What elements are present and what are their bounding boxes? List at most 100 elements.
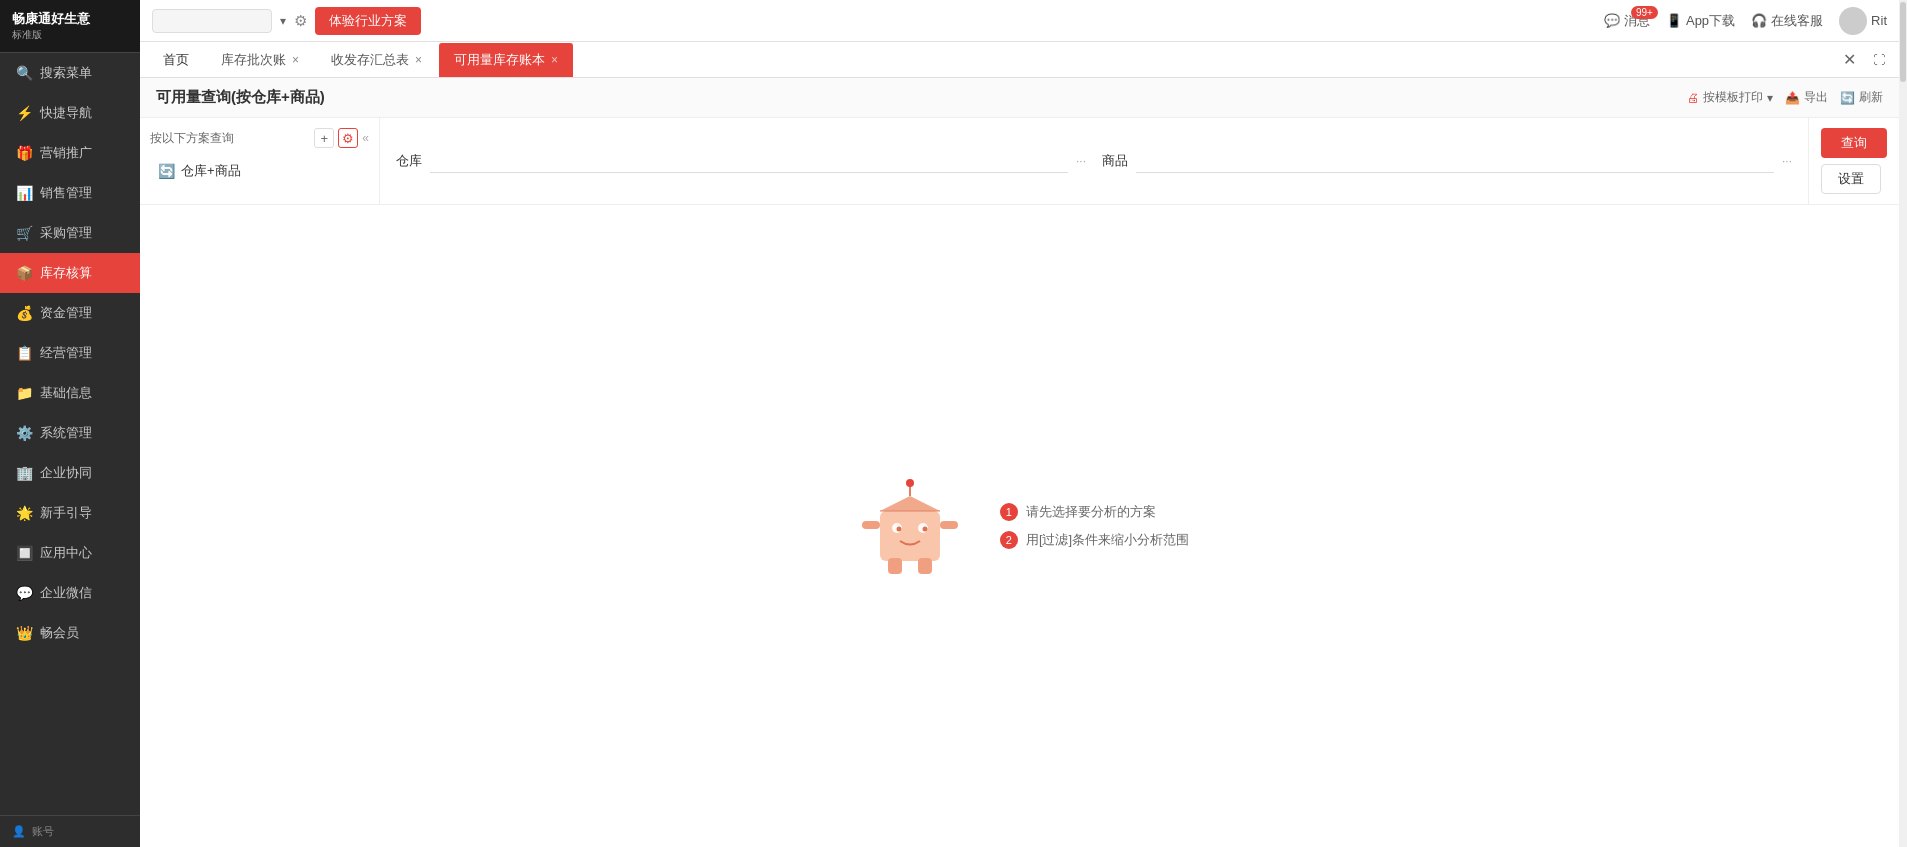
tab-home-label: 首页 — [163, 51, 189, 69]
shortcut-icon: ⚡ — [16, 105, 32, 121]
topbar-gear-icon[interactable]: ⚙ — [294, 12, 307, 30]
sidebar-item-label: 应用中心 — [40, 544, 92, 562]
sidebar-item-purchase[interactable]: 🛒 采购管理 — [0, 213, 140, 253]
tip-num-1: 1 — [1000, 503, 1018, 521]
tab-summary-label: 收发存汇总表 — [331, 51, 409, 69]
sidebar-item-sales[interactable]: 📊 销售管理 — [0, 173, 140, 213]
headset-icon: 🎧 — [1751, 13, 1767, 28]
basic-icon: 📁 — [16, 385, 32, 401]
topbar-dropdown-btn[interactable]: ▾ — [280, 14, 286, 28]
tab-available[interactable]: 可用量库存账本 × — [439, 43, 573, 77]
svg-rect-7 — [862, 521, 880, 529]
page-actions: 🖨 按模板打印 ▾ 📤 导出 🔄 刷新 — [1687, 89, 1883, 106]
scheme-item-warehouse-goods[interactable]: 🔄 仓库+商品 — [150, 156, 369, 186]
tab-batch-close[interactable]: × — [292, 53, 299, 67]
sidebar-item-enterprise[interactable]: 🏢 企业协同 — [0, 453, 140, 493]
sidebar-item-label: 基础信息 — [40, 384, 92, 402]
sidebar-item-marketing[interactable]: 🎁 营销推广 — [0, 133, 140, 173]
refresh-icon: 🔄 — [1840, 91, 1855, 105]
print-label: 按模板打印 — [1703, 89, 1763, 106]
export-icon: 📤 — [1785, 91, 1800, 105]
trial-btn[interactable]: 体验行业方案 — [315, 7, 421, 35]
mobile-icon: 📱 — [1666, 13, 1682, 28]
tab-summary-close[interactable]: × — [415, 53, 422, 67]
svg-point-5 — [896, 527, 901, 532]
topbar-search-input[interactable] — [152, 9, 272, 33]
sidebar-item-label: 营销推广 — [40, 144, 92, 162]
sidebar-item-finance[interactable]: 💰 资金管理 — [0, 293, 140, 333]
svg-point-6 — [922, 527, 927, 532]
sidebar-item-search[interactable]: 🔍 搜索菜单 — [0, 53, 140, 93]
export-label: 导出 — [1804, 89, 1828, 106]
tab-summary[interactable]: 收发存汇总表 × — [316, 43, 437, 77]
goods-filter-group: 商品 ··· — [1102, 149, 1792, 173]
search-icon: 🔍 — [16, 65, 32, 81]
warehouse-input[interactable] — [430, 149, 1068, 173]
query-area: 按以下方案查询 + ⚙ « 🔄 仓库+商品 仓库 ··· — [140, 118, 1899, 205]
tab-available-close[interactable]: × — [551, 53, 558, 67]
empty-tips: 1 请先选择要分析的方案 2 用[过滤]条件来缩小分析范围 — [1000, 503, 1189, 549]
tab-expand-btn[interactable]: ⛶ — [1867, 48, 1891, 72]
marketing-icon: 🎁 — [16, 145, 32, 161]
sidebar-footer: 👤 账号 — [0, 815, 140, 847]
sidebar-item-appstore[interactable]: 🔲 应用中心 — [0, 533, 140, 573]
topbar: ▾ ⚙ 体验行业方案 💬 消息 99+ 📱 App下载 🎧 在线客服 Rit — [140, 0, 1899, 42]
online-service-btn[interactable]: 🎧 在线客服 — [1751, 12, 1823, 30]
scheme-item-label: 仓库+商品 — [181, 162, 241, 180]
sidebar-item-label: 企业协同 — [40, 464, 92, 482]
scheme-settings-btn[interactable]: ⚙ — [338, 128, 358, 148]
svg-point-12 — [906, 479, 914, 487]
settings-btn[interactable]: 设置 — [1821, 164, 1881, 194]
refresh-btn[interactable]: 🔄 刷新 — [1840, 89, 1883, 106]
member-icon: 👑 — [16, 625, 32, 641]
tabs-right: ✕ ⛶ — [1837, 48, 1891, 72]
scheme-add-btn[interactable]: + — [314, 128, 334, 148]
export-btn[interactable]: 📤 导出 — [1785, 89, 1828, 106]
print-icon: 🖨 — [1687, 91, 1699, 105]
sidebar-item-label: 库存核算 — [40, 264, 92, 282]
brand-name: 畅康通好生意 — [12, 10, 128, 28]
message-btn[interactable]: 💬 消息 99+ — [1604, 12, 1650, 30]
warehouse-more-btn[interactable]: ··· — [1076, 154, 1086, 168]
main-area: ▾ ⚙ 体验行业方案 💬 消息 99+ 📱 App下载 🎧 在线客服 Rit — [140, 0, 1899, 847]
query-btn[interactable]: 查询 — [1821, 128, 1887, 158]
user-name: Rit — [1871, 13, 1887, 28]
topbar-right: 💬 消息 99+ 📱 App下载 🎧 在线客服 Rit — [1604, 7, 1887, 35]
sidebar-item-newuser[interactable]: 🌟 新手引导 — [0, 493, 140, 533]
enterprise-icon: 🏢 — [16, 465, 32, 481]
sidebar-item-label: 资金管理 — [40, 304, 92, 322]
svg-rect-10 — [918, 558, 932, 574]
sidebar-item-label: 畅会员 — [40, 624, 79, 642]
app-download-btn[interactable]: 📱 App下载 — [1666, 12, 1735, 30]
sidebar-item-label: 经营管理 — [40, 344, 92, 362]
user-avatar[interactable]: Rit — [1839, 7, 1887, 35]
sidebar-item-member[interactable]: 👑 畅会员 — [0, 613, 140, 653]
right-edge-scrollbar[interactable] — [1899, 0, 1907, 847]
sidebar-item-shortcut[interactable]: ⚡ 快捷导航 — [0, 93, 140, 133]
scheme-panel: 按以下方案查询 + ⚙ « 🔄 仓库+商品 — [140, 118, 380, 204]
print-btn[interactable]: 🖨 按模板打印 ▾ — [1687, 89, 1773, 106]
warehouse-filter-group: 仓库 ··· — [396, 149, 1086, 173]
goods-input[interactable] — [1136, 149, 1774, 173]
goods-label: 商品 — [1102, 152, 1128, 170]
sidebar-item-basic[interactable]: 📁 基础信息 — [0, 373, 140, 413]
sidebar-item-inventory[interactable]: 📦 库存核算 — [0, 253, 140, 293]
scrollbar-thumb — [1900, 2, 1906, 82]
print-dropdown-icon: ▾ — [1767, 91, 1773, 105]
finance-icon: 💰 — [16, 305, 32, 321]
sidebar-item-operations[interactable]: 📋 经营管理 — [0, 333, 140, 373]
sidebar-item-wechat[interactable]: 💬 企业微信 — [0, 573, 140, 613]
inventory-icon: 📦 — [16, 265, 32, 281]
warehouse-label: 仓库 — [396, 152, 422, 170]
empty-illustration — [850, 466, 970, 586]
goods-more-btn[interactable]: ··· — [1782, 154, 1792, 168]
scheme-collapse-btn[interactable]: « — [362, 131, 369, 145]
tab-batch[interactable]: 库存批次账 × — [206, 43, 314, 77]
tab-home[interactable]: 首页 — [148, 43, 204, 77]
svg-rect-8 — [940, 521, 958, 529]
sidebar-item-label: 新手引导 — [40, 504, 92, 522]
tab-close-all-btn[interactable]: ✕ — [1837, 48, 1861, 72]
refresh-label: 刷新 — [1859, 89, 1883, 106]
sidebar-item-system[interactable]: ⚙️ 系统管理 — [0, 413, 140, 453]
sidebar-header: 畅康通好生意 标准版 — [0, 0, 140, 53]
